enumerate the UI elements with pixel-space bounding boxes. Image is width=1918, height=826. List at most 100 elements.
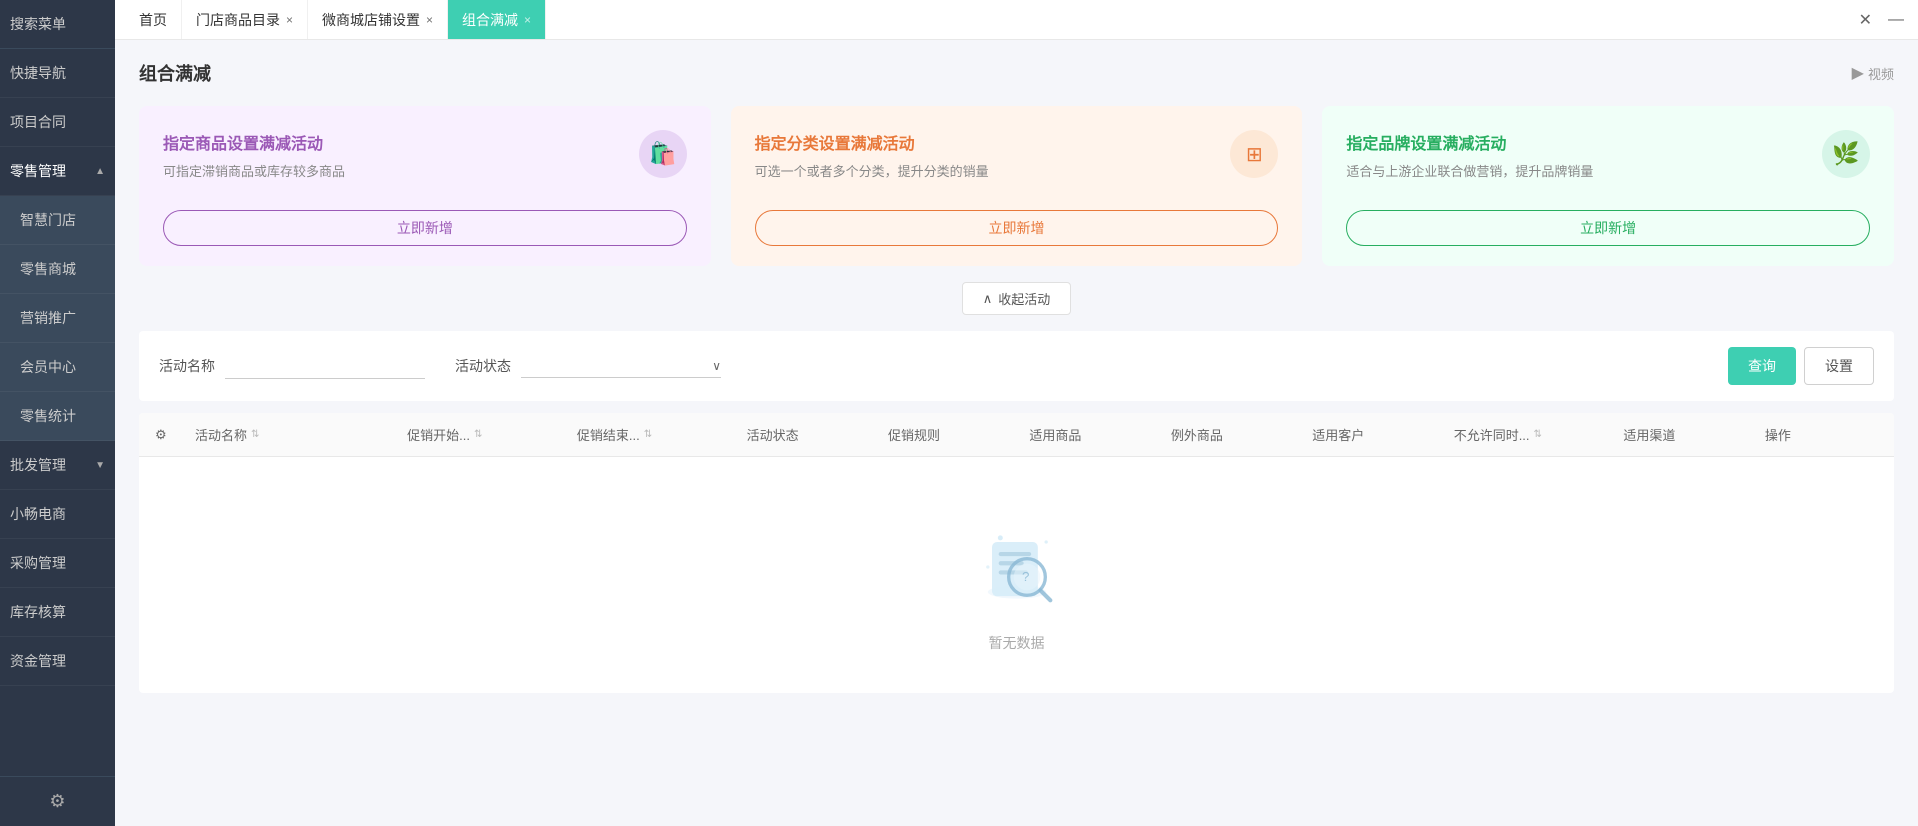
promo-cards-row: 指定商品设置满减活动 可指定滞销商品或库存较多商品 🛍️ 立即新增 指定分类设置… bbox=[139, 106, 1894, 266]
th-status: 活动状态 bbox=[747, 425, 888, 444]
tab-store-catalog[interactable]: 门店商品目录 × bbox=[182, 0, 308, 39]
tab-close-store-catalog[interactable]: × bbox=[286, 13, 293, 27]
page-header: 组合满减 ▶ 视频 bbox=[139, 60, 1894, 86]
data-table: ⚙ 活动名称 ⇅ 促销开始... ⇅ 促销结束... ⇅ 活动状态 bbox=[139, 413, 1894, 693]
th-end-label: 促销结束... bbox=[577, 425, 640, 444]
card-category-title: 指定分类设置满减活动 bbox=[755, 130, 1279, 154]
svg-text:?: ? bbox=[1022, 569, 1029, 584]
search-status-label: 活动状态 bbox=[455, 356, 511, 376]
chevron-down-icon: ▼ bbox=[95, 460, 105, 471]
page-content: 组合满减 ▶ 视频 指定商品设置满减活动 可指定滞销商品或库存较多商品 🛍️ 立… bbox=[115, 40, 1918, 826]
window-minimize-icon[interactable]: — bbox=[1884, 11, 1908, 29]
settings-icon: ⚙ bbox=[155, 427, 167, 443]
empty-state: ? 暂无数据 bbox=[139, 457, 1894, 693]
tab-close-combo-discount[interactable]: × bbox=[524, 13, 531, 27]
th-exception: 例外商品 bbox=[1171, 425, 1312, 444]
th-rule: 促销规则 bbox=[888, 425, 1029, 444]
category-card-icon: ⊞ bbox=[1230, 130, 1278, 178]
sidebar-item-smart-store[interactable]: 智慧门店 bbox=[0, 196, 115, 245]
settings-btn[interactable]: 设置 bbox=[1804, 347, 1874, 385]
page-title: 组合满减 bbox=[139, 60, 211, 86]
card-specify-goods: 指定商品设置满减活动 可指定滞销商品或库存较多商品 🛍️ 立即新增 bbox=[139, 106, 711, 266]
collapse-activities-btn[interactable]: ∧ 收起活动 bbox=[962, 282, 1072, 315]
sidebar-item-quick-nav[interactable]: 快捷导航 bbox=[0, 49, 115, 98]
card-specify-brand: 指定品牌设置满减活动 适合与上游企业联合做营销，提升品牌销量 🌿 立即新增 bbox=[1322, 106, 1894, 266]
sidebar-item-fund[interactable]: 资金管理 bbox=[0, 637, 115, 686]
tab-window-actions: ✕ — bbox=[1855, 10, 1908, 30]
sidebar-search[interactable]: 搜索菜单 bbox=[0, 0, 115, 49]
search-name-field: 活动名称 bbox=[159, 354, 425, 379]
search-name-label: 活动名称 bbox=[159, 356, 215, 376]
gear-icon[interactable]: ⚙ bbox=[49, 791, 65, 812]
search-bar: 活动名称 活动状态 ∨ 查询 设置 bbox=[139, 331, 1894, 401]
chevron-up-icon: ∧ bbox=[983, 291, 993, 307]
th-rule-label: 促销规则 bbox=[888, 425, 940, 444]
sort-icon-start[interactable]: ⇅ bbox=[474, 429, 482, 440]
status-select-chevron: ∨ bbox=[712, 359, 721, 373]
sidebar-item-project-contract[interactable]: 项目合同 bbox=[0, 98, 115, 147]
sidebar-item-inventory[interactable]: 库存核算 bbox=[0, 588, 115, 637]
th-exception-label: 例外商品 bbox=[1171, 425, 1223, 444]
card-brand-desc: 适合与上游企业联合做营销，提升品牌销量 bbox=[1346, 162, 1870, 183]
collapse-btn-area: ∧ 收起活动 bbox=[139, 282, 1894, 315]
card-goods-add-btn[interactable]: 立即新增 bbox=[163, 210, 687, 246]
th-name-label: 活动名称 bbox=[195, 425, 247, 444]
th-channel-label: 适用渠道 bbox=[1623, 425, 1675, 444]
card-goods-desc: 可指定滞销商品或库存较多商品 bbox=[163, 162, 687, 183]
play-icon: ▶ bbox=[1852, 63, 1864, 83]
th-notallow-label: 不允许同时... bbox=[1454, 425, 1530, 444]
sort-icon-end[interactable]: ⇅ bbox=[644, 429, 652, 440]
brand-card-icon: 🌿 bbox=[1822, 130, 1870, 178]
th-channel: 适用渠道 bbox=[1623, 425, 1764, 444]
sidebar: 搜索菜单 快捷导航 项目合同 零售管理 ▲ 智慧门店 零售商城 营销推广 会员中… bbox=[0, 0, 115, 826]
th-ops: 操作 bbox=[1765, 425, 1878, 444]
empty-text: 暂无数据 bbox=[989, 633, 1045, 653]
empty-illustration: ? bbox=[967, 517, 1067, 617]
search-actions: 查询 设置 bbox=[1728, 347, 1874, 385]
sidebar-item-wholesale[interactable]: 批发管理 ▼ bbox=[0, 441, 115, 490]
th-customer: 适用客户 bbox=[1312, 425, 1453, 444]
chevron-up-icon: ▲ bbox=[95, 166, 105, 177]
card-category-desc: 可选一个或者多个分类，提升分类的销量 bbox=[755, 162, 1279, 183]
card-brand-title: 指定品牌设置满减活动 bbox=[1346, 130, 1870, 154]
th-ops-label: 操作 bbox=[1765, 425, 1791, 444]
sort-icon-notallow[interactable]: ⇅ bbox=[1534, 429, 1542, 440]
tab-wechat-settings[interactable]: 微商城店铺设置 × bbox=[308, 0, 448, 39]
sidebar-bottom: ⚙ bbox=[0, 776, 115, 826]
th-start: 促销开始... ⇅ bbox=[407, 425, 577, 444]
search-status-field: 活动状态 ∨ bbox=[455, 355, 721, 378]
goods-card-icon: 🛍️ bbox=[639, 130, 687, 178]
card-goods-title: 指定商品设置满减活动 bbox=[163, 130, 687, 154]
tab-bar: 首页 门店商品目录 × 微商城店铺设置 × 组合满减 × ✕ — bbox=[115, 0, 1918, 40]
sidebar-item-retail-mall[interactable]: 零售商城 bbox=[0, 245, 115, 294]
card-specify-category: 指定分类设置满减活动 可选一个或者多个分类，提升分类的销量 ⊞ 立即新增 bbox=[731, 106, 1303, 266]
main-area: 首页 门店商品目录 × 微商城店铺设置 × 组合满减 × ✕ — 组合满减 ▶ … bbox=[115, 0, 1918, 826]
th-end: 促销结束... ⇅ bbox=[577, 425, 747, 444]
sidebar-item-purchase[interactable]: 采购管理 bbox=[0, 539, 115, 588]
sidebar-item-ecommerce[interactable]: 小畅电商 bbox=[0, 490, 115, 539]
tab-combo-discount[interactable]: 组合满减 × bbox=[448, 0, 546, 39]
th-start-label: 促销开始... bbox=[407, 425, 470, 444]
search-name-input[interactable] bbox=[225, 354, 425, 379]
th-name: 活动名称 ⇅ bbox=[195, 425, 407, 444]
th-notallow: 不允许同时... ⇅ bbox=[1454, 425, 1624, 444]
card-brand-add-btn[interactable]: 立即新增 bbox=[1346, 210, 1870, 246]
window-close-icon[interactable]: ✕ bbox=[1855, 10, 1876, 30]
th-goods-label: 适用商品 bbox=[1029, 425, 1081, 444]
th-settings[interactable]: ⚙ bbox=[155, 427, 195, 443]
th-goods: 适用商品 bbox=[1029, 425, 1170, 444]
tab-close-wechat-settings[interactable]: × bbox=[426, 13, 433, 27]
video-link[interactable]: ▶ 视频 bbox=[1852, 63, 1894, 83]
table-header-row: ⚙ 活动名称 ⇅ 促销开始... ⇅ 促销结束... ⇅ 活动状态 bbox=[139, 413, 1894, 457]
search-status-select[interactable]: ∨ bbox=[521, 355, 721, 378]
th-customer-label: 适用客户 bbox=[1312, 425, 1364, 444]
query-btn[interactable]: 查询 bbox=[1728, 347, 1796, 385]
sidebar-item-retail-management[interactable]: 零售管理 ▲ bbox=[0, 147, 115, 196]
sort-icon-name[interactable]: ⇅ bbox=[251, 429, 259, 440]
card-category-add-btn[interactable]: 立即新增 bbox=[755, 210, 1279, 246]
sidebar-item-marketing[interactable]: 营销推广 bbox=[0, 294, 115, 343]
th-status-label: 活动状态 bbox=[747, 425, 799, 444]
sidebar-item-member-center[interactable]: 会员中心 bbox=[0, 343, 115, 392]
sidebar-item-retail-stats[interactable]: 零售统计 bbox=[0, 392, 115, 441]
tab-home[interactable]: 首页 bbox=[125, 0, 182, 39]
